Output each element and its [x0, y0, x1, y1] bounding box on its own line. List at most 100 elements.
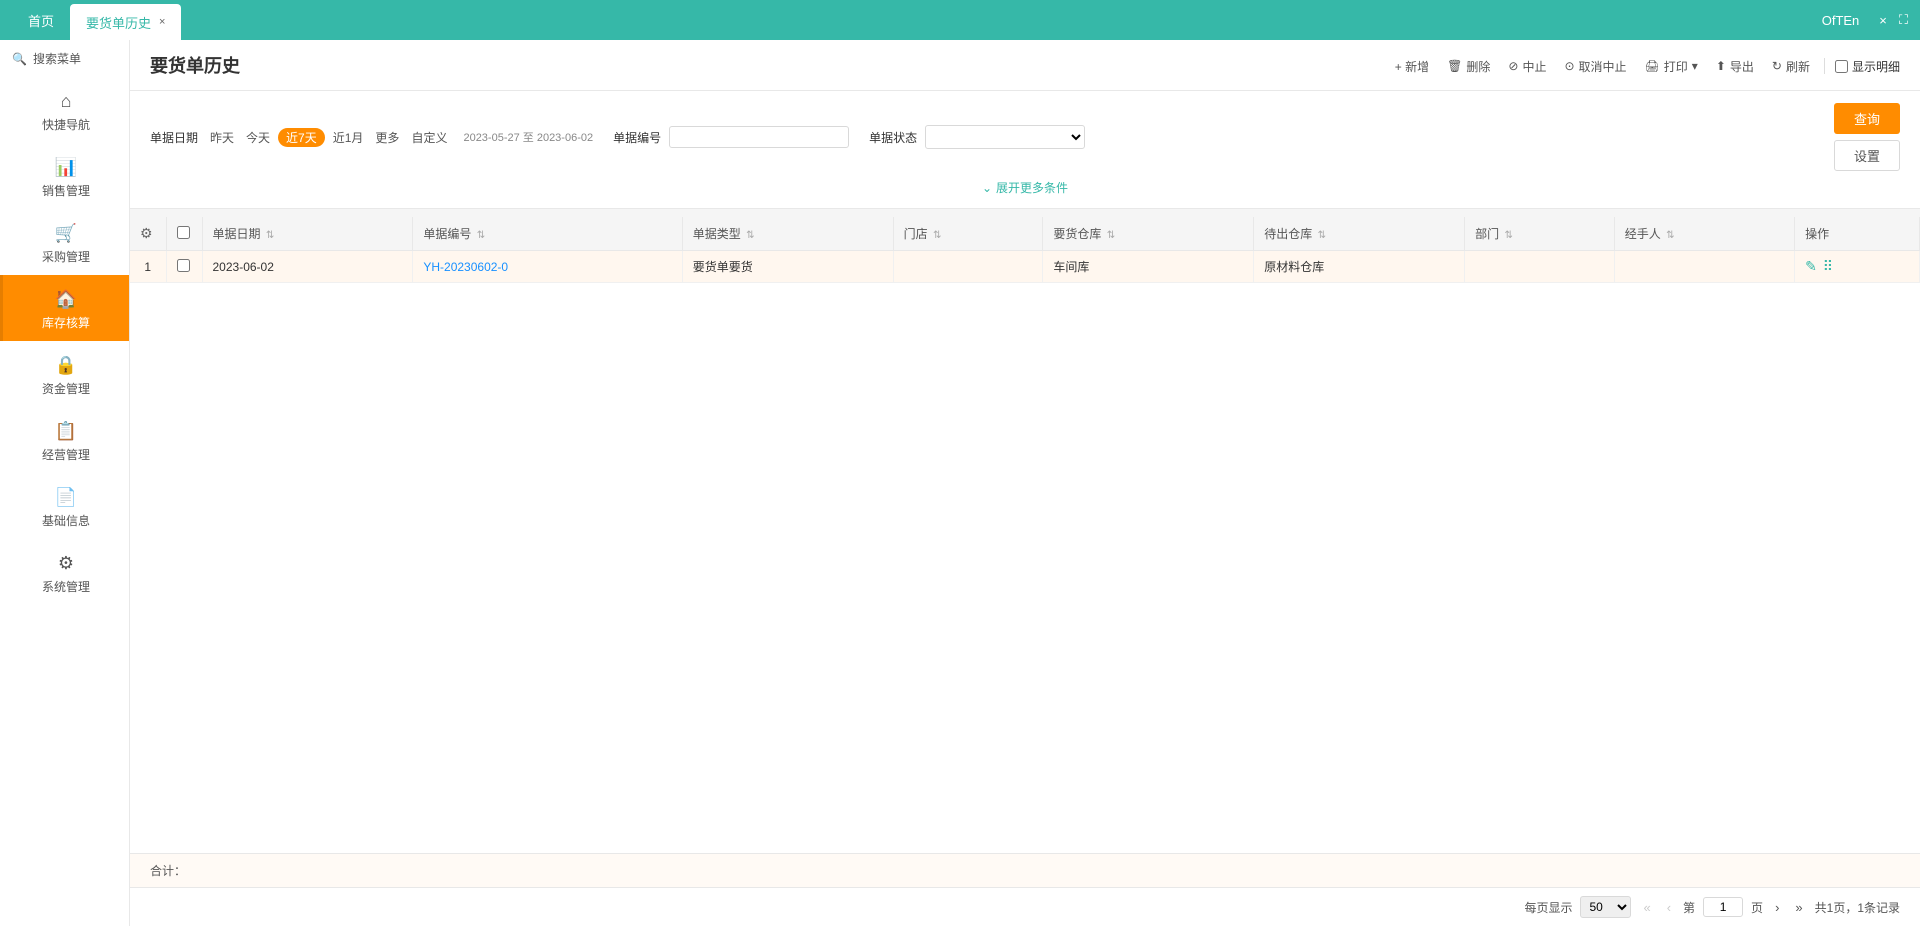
page-header: 要货单历史 + 新增 🗑 删除 ⊘ 中止 ⊙ 取消中止 🖨 打印 [130, 40, 1920, 91]
more-action-icon[interactable]: ⠿ [1823, 258, 1833, 275]
refresh-button[interactable]: ↻ 刷新 [1768, 56, 1814, 77]
date-btn-7days[interactable]: 近7天 [278, 128, 325, 147]
cancel-stop-button[interactable]: ⊙ 取消中止 [1560, 56, 1630, 77]
doc-status-label: 单据状态 [869, 129, 917, 146]
date-btn-today[interactable]: 今天 [242, 128, 274, 147]
sidebar-item-label: 资金管理 [42, 380, 90, 397]
tab-history-close[interactable]: × [159, 16, 165, 28]
row-checkbox[interactable] [177, 259, 190, 272]
date-btn-1month[interactable]: 近1月 [329, 128, 368, 147]
action-buttons: ✎ ⠿ [1805, 258, 1909, 275]
expand-more-btn[interactable]: ⌄ 展开更多条件 [150, 179, 1900, 196]
cart-icon: 🛒 [55, 223, 77, 244]
date-btn-more[interactable]: 更多 [371, 128, 403, 147]
first-page-btn[interactable]: « [1639, 899, 1654, 916]
tab-history[interactable]: 要货单历史 × [70, 4, 181, 40]
th-pending-warehouse: 待出仓库 ⇅ [1254, 217, 1465, 251]
settings-icon[interactable]: ⚙ [140, 225, 153, 241]
filter-date: 单据日期 昨天 今天 近7天 近1月 更多 自定义 2023-05-27 至 2… [150, 128, 593, 147]
table-footer: 合计： [130, 853, 1920, 887]
doc-number-input[interactable] [669, 126, 849, 148]
cancel-stop-label: 取消中止 [1579, 58, 1627, 75]
content-area: 要货单历史 + 新增 🗑 删除 ⊘ 中止 ⊙ 取消中止 🖨 打印 [130, 40, 1920, 926]
next-page-btn[interactable]: › [1771, 899, 1783, 916]
stop-button[interactable]: ⊘ 中止 [1504, 56, 1550, 77]
sidebar-item-operations[interactable]: 📋 经营管理 [0, 407, 129, 473]
print-dropdown-icon[interactable]: ▾ [1692, 59, 1698, 73]
row-number: YH-20230602-0 [413, 251, 682, 283]
date-buttons: 昨天 今天 近7天 近1月 更多 自定义 [206, 128, 451, 147]
sort-department-icon[interactable]: ⇅ [1504, 230, 1512, 241]
sidebar-item-inventory[interactable]: 🏠 库存核算 [0, 275, 129, 341]
sidebar-item-finance[interactable]: 🔒 资金管理 [0, 341, 129, 407]
tab-home-label: 首页 [28, 11, 54, 30]
sort-type-icon[interactable]: ⇅ [746, 230, 754, 241]
sidebar-item-sales[interactable]: 📊 销售管理 [0, 143, 129, 209]
export-label: 导出 [1730, 58, 1754, 75]
last-page-btn[interactable]: » [1791, 899, 1806, 916]
total-info: 共1页，1条记录 [1815, 899, 1900, 916]
sort-store-icon[interactable]: ⇅ [933, 230, 941, 241]
filter-doc-status: 单据状态 [869, 125, 1085, 149]
tab-home[interactable]: 首页 [12, 0, 70, 40]
prev-page-btn[interactable]: ‹ [1663, 899, 1675, 916]
th-date-label: 单据日期 [213, 227, 261, 241]
chart-icon: 📊 [55, 157, 77, 178]
filter-buttons: 查询 设置 [1834, 103, 1900, 171]
sort-date-icon[interactable]: ⇅ [266, 230, 274, 241]
th-type-label: 单据类型 [693, 227, 741, 241]
sort-req-warehouse-icon[interactable]: ⇅ [1107, 230, 1115, 241]
row-actions: ✎ ⠿ [1795, 251, 1920, 283]
filter-row: 单据日期 昨天 今天 近7天 近1月 更多 自定义 2023-05-27 至 2… [150, 103, 1900, 171]
export-icon: ⬆ [1716, 59, 1726, 73]
filter-doc-number: 单据编号 [613, 126, 849, 148]
query-button[interactable]: 查询 [1834, 103, 1900, 134]
new-button[interactable]: + 新增 [1391, 56, 1433, 77]
topbar-fullscreen-btn[interactable]: ⛶ [1899, 12, 1908, 28]
sidebar-search[interactable]: 🔍 搜索菜单 [0, 40, 129, 77]
doc-link[interactable]: YH-20230602-0 [423, 260, 508, 274]
sidebar-item-purchase[interactable]: 🛒 采购管理 [0, 209, 129, 275]
top-bar: 首页 要货单历史 × OfTEn × ⛶ [0, 0, 1920, 40]
sidebar-item-quick-nav[interactable]: ⌂ 快捷导航 [0, 77, 129, 143]
date-range-display: 2023-05-27 至 2023-06-02 [463, 129, 593, 145]
sidebar-item-label: 经营管理 [42, 446, 90, 463]
sort-number-icon[interactable]: ⇅ [477, 230, 485, 241]
per-page-select[interactable]: 50 100 [1580, 896, 1631, 918]
page-input[interactable] [1703, 897, 1743, 917]
page-unit: 页 [1751, 899, 1763, 916]
th-number: 单据编号 ⇅ [413, 217, 682, 251]
doc-status-select[interactable] [925, 125, 1085, 149]
refresh-label: 刷新 [1786, 58, 1810, 75]
display-detail-checkbox[interactable] [1835, 60, 1848, 73]
edit-action-icon[interactable]: ✎ [1805, 258, 1817, 275]
row-checkbox-cell [166, 251, 202, 283]
home-icon: ⌂ [61, 91, 72, 112]
th-req-warehouse-label: 要货仓库 [1053, 227, 1101, 241]
date-btn-yesterday[interactable]: 昨天 [206, 128, 238, 147]
topbar-close-btn[interactable]: × [1879, 13, 1887, 28]
clipboard-icon: 📋 [55, 421, 77, 442]
display-detail-toggle[interactable]: 显示明细 [1835, 58, 1900, 75]
sidebar-item-system[interactable]: ⚙ 系统管理 [0, 539, 129, 605]
set-button[interactable]: 设置 [1834, 140, 1900, 171]
row-department [1465, 251, 1615, 283]
sort-pending-warehouse-icon[interactable]: ⇅ [1318, 230, 1326, 241]
export-button[interactable]: ⬆ 导出 [1712, 56, 1758, 77]
row-type: 要货单要货 [682, 251, 893, 283]
tab-bar: 首页 要货单历史 × [12, 0, 1822, 40]
row-num: 1 [130, 251, 166, 283]
print-button[interactable]: 🖨 打印 ▾ [1641, 56, 1702, 77]
delete-label: 删除 [1466, 58, 1490, 75]
select-all-checkbox[interactable] [177, 226, 190, 239]
date-btn-custom[interactable]: 自定义 [407, 128, 451, 147]
row-store [893, 251, 1043, 283]
cancel-stop-icon: ⊙ [1564, 59, 1574, 73]
delete-button[interactable]: 🗑 删除 [1443, 56, 1494, 77]
th-date: 单据日期 ⇅ [202, 217, 413, 251]
print-icon: 🖨 [1645, 59, 1660, 73]
page-footer: 每页显示 50 100 « ‹ 第 页 › » 共1页，1条记录 [130, 887, 1920, 926]
sidebar-item-label: 快捷导航 [42, 116, 90, 133]
sort-handler-icon[interactable]: ⇅ [1666, 230, 1674, 241]
sidebar-item-basics[interactable]: 📄 基础信息 [0, 473, 129, 539]
